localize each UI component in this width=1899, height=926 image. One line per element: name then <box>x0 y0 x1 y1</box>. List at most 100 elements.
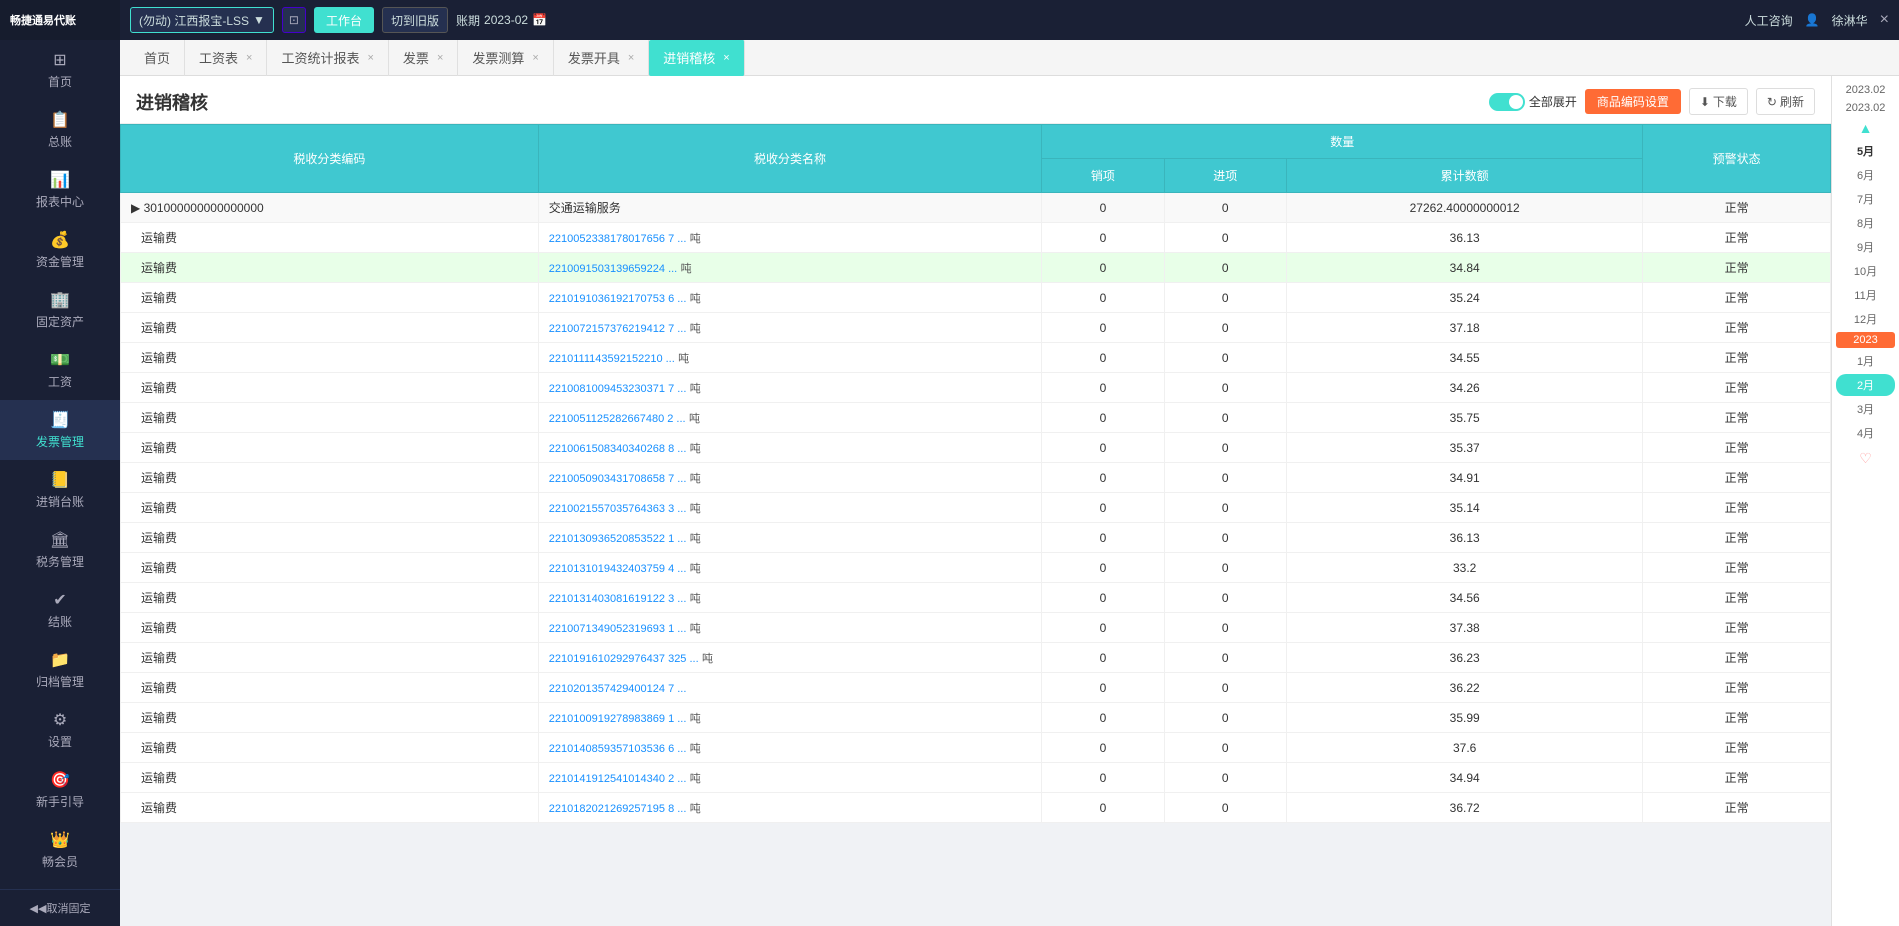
data-table-wrapper: 税收分类编码 税收分类名称 数量 预警状态 销项 进项 累计数额 ▶ 3 <box>120 124 1831 926</box>
table-row[interactable]: 运输费 2210201357429400124 7 ... 0 0 36.22 … <box>121 673 1831 703</box>
sidebar-item-tax[interactable]: 🏛 税务管理 <box>0 520 120 580</box>
table-row[interactable]: 运输费 2210051125282667480 2 ... 吨 0 0 35.7… <box>121 403 1831 433</box>
month-9[interactable]: 9月 <box>1836 236 1895 258</box>
table-row[interactable]: 运输费 2210191610292976437 325 ... 吨 0 0 36… <box>121 643 1831 673</box>
tab-invoice-issue[interactable]: 发票开具 × <box>554 40 649 76</box>
sidebar-item-finance[interactable]: 💰 资金管理 <box>0 220 120 280</box>
cell-invoice: 2210021557035764363 3 ... 吨 <box>538 493 1041 523</box>
sidebar-item-guide[interactable]: 🎯 新手引导 <box>0 760 120 820</box>
table-row[interactable]: 运输费 2210050903431708658 7 ... 吨 0 0 34.9… <box>121 463 1831 493</box>
tab-invoice-issue-close[interactable]: × <box>628 52 634 64</box>
cell-sales: 0 <box>1042 613 1164 643</box>
sidebar-item-settings[interactable]: ⚙ 设置 <box>0 700 120 760</box>
table-row[interactable]: ▶ 301000000000000000 交通运输服务 0 0 27262.40… <box>121 193 1831 223</box>
close-button[interactable]: × <box>1880 11 1889 29</box>
company-selector[interactable]: (勿动) 江西报宝-LSS ▼ <box>130 7 274 33</box>
month-7[interactable]: 7月 <box>1836 188 1895 210</box>
table-row[interactable]: 运输费 2210091503139659224 ... 吨 0 0 34.84 … <box>121 253 1831 283</box>
tab-home[interactable]: 首页 <box>130 40 185 76</box>
download-button[interactable]: ⬇ 下载 <box>1689 88 1748 115</box>
sidebar-item-purchase-sales[interactable]: 📒 进销台账 <box>0 460 120 520</box>
month-3[interactable]: 3月 <box>1836 398 1895 420</box>
table-row[interactable]: 运输费 2210081009453230371 7 ... 吨 0 0 34.2… <box>121 373 1831 403</box>
workbench-button[interactable]: 工作台 <box>314 7 374 33</box>
cell-invoice: 2210050903431708658 7 ... 吨 <box>538 463 1041 493</box>
cell-name: 运输费 <box>121 373 539 403</box>
table-row[interactable]: 运输费 2210141912541014340 2 ... 吨 0 0 34.9… <box>121 763 1831 793</box>
table-row[interactable]: 运输费 2210061508340340268 8 ... 吨 0 0 35.3… <box>121 433 1831 463</box>
tab-purchase-sales-check[interactable]: 进销稽核 × <box>649 40 744 76</box>
table-row[interactable]: 运输费 2210111143592152210 ... 吨 0 0 34.55 … <box>121 343 1831 373</box>
setting-button[interactable]: 商品编码设置 <box>1585 89 1681 114</box>
sidebar-item-invoice[interactable]: 🧾 发票管理 <box>0 400 120 460</box>
month-12[interactable]: 12月 <box>1836 308 1895 330</box>
tab-salary-stats-close[interactable]: × <box>367 52 373 64</box>
sidebar-item-ledger[interactable]: 📋 总账 <box>0 100 120 160</box>
nav-up-arrow[interactable]: ▲ <box>1836 118 1895 138</box>
cell-sales: 0 <box>1042 373 1164 403</box>
month-1[interactable]: 1月 <box>1836 350 1895 372</box>
month-4[interactable]: 4月 <box>1836 422 1895 444</box>
tab-invoice-calc[interactable]: 发票测算 × <box>458 40 553 76</box>
sidebar-item-settlement[interactable]: ✔ 结账 <box>0 580 120 640</box>
cell-sales: 0 <box>1042 463 1164 493</box>
cell-status: 正常 <box>1643 793 1831 823</box>
cell-name: 运输费 <box>121 403 539 433</box>
tab-salary-table[interactable]: 工资表 × <box>185 40 267 76</box>
cell-status: 正常 <box>1643 733 1831 763</box>
sidebar-item-membership[interactable]: 👑 畅会员 <box>0 820 120 880</box>
tab-invoice-calc-close[interactable]: × <box>532 52 538 64</box>
refresh-button[interactable]: ↻ 刷新 <box>1756 88 1815 115</box>
sidebar-item-salary[interactable]: 💵 工资 <box>0 340 120 400</box>
tab-purchase-sales-check-close[interactable]: × <box>723 52 729 64</box>
cell-name: 运输费 <box>121 613 539 643</box>
sidebar-item-home[interactable]: ⊞ 首页 <box>0 40 120 100</box>
heart-icon: ♡ <box>1836 446 1895 471</box>
support-button[interactable]: 人工咨询 <box>1745 12 1793 29</box>
sidebar-item-assets[interactable]: 🏢 固定资产 <box>0 280 120 340</box>
switch-button[interactable]: 切到旧版 <box>382 7 448 33</box>
toggle-switch[interactable] <box>1489 93 1525 111</box>
month-2-active[interactable]: 2月 <box>1836 374 1895 396</box>
topbar: (勿动) 江西报宝-LSS ▼ ⊡ 工作台 切到旧版 账期 2023-02 📅 … <box>120 0 1899 40</box>
table-row[interactable]: 运输费 2210131403081619122 3 ... 吨 0 0 34.5… <box>121 583 1831 613</box>
tab-salary-stats[interactable]: 工资统计报表 × <box>267 40 388 76</box>
sidebar-item-archive[interactable]: 📁 归档管理 <box>0 640 120 700</box>
table-row[interactable]: 运输费 2210140859357103536 6 ... 吨 0 0 37.6… <box>121 733 1831 763</box>
table-row[interactable]: 运输费 2210021557035764363 3 ... 吨 0 0 35.1… <box>121 493 1831 523</box>
sidebar-item-label: 归档管理 <box>36 673 84 690</box>
tab-invoice-close[interactable]: × <box>437 52 443 64</box>
table-row[interactable]: 运输费 2210071349052319693 1 ... 吨 0 0 37.3… <box>121 613 1831 643</box>
table-row[interactable]: 运输费 2210191036192170753 6 ... 吨 0 0 35.2… <box>121 283 1831 313</box>
unpin-button[interactable]: ◀◀ 取消固定 <box>0 889 120 926</box>
toggle-expand[interactable]: 全部展开 <box>1489 93 1577 111</box>
cell-invoice: 2210072157376219412 7 ... 吨 <box>538 313 1041 343</box>
cell-invoice: 2210131019432403759 4 ... 吨 <box>538 553 1041 583</box>
table-row[interactable]: 运输费 2210052338178017656 7 ... 吨 0 0 36.1… <box>121 223 1831 253</box>
table-row[interactable]: 运输费 2210130936520853522 1 ... 吨 0 0 36.1… <box>121 523 1831 553</box>
cell-purchase: 0 <box>1164 523 1286 553</box>
table-row[interactable]: 运输费 2210182021269257195 8 ... 吨 0 0 36.7… <box>121 793 1831 823</box>
sidebar-item-reports[interactable]: 📊 报表中心 <box>0 160 120 220</box>
month-11[interactable]: 11月 <box>1836 284 1895 306</box>
tab-invoice[interactable]: 发票 × <box>389 40 458 76</box>
table-row[interactable]: 运输费 2210072157376219412 7 ... 吨 0 0 37.1… <box>121 313 1831 343</box>
table-row[interactable]: 运输费 2210100919278983869 1 ... 吨 0 0 35.9… <box>121 703 1831 733</box>
cell-name: 运输费 <box>121 553 539 583</box>
cell-sales: 0 <box>1042 523 1164 553</box>
tab-salary-table-close[interactable]: × <box>246 52 252 64</box>
copy-button[interactable]: ⊡ <box>282 7 306 33</box>
cell-purchase: 0 <box>1164 403 1286 433</box>
cell-sales: 0 <box>1042 583 1164 613</box>
chevron-down-icon: ▼ <box>253 13 265 27</box>
topbar-right: 人工咨询 👤 徐淋华 × <box>1745 11 1889 29</box>
cell-sales: 0 <box>1042 763 1164 793</box>
cell-tax-code: ▶ 301000000000000000 <box>121 193 539 223</box>
month-6[interactable]: 6月 <box>1836 164 1895 186</box>
cell-invoice: 2210081009453230371 7 ... 吨 <box>538 373 1041 403</box>
month-8[interactable]: 8月 <box>1836 212 1895 234</box>
month-10[interactable]: 10月 <box>1836 260 1895 282</box>
company-name: (勿动) 江西报宝-LSS <box>139 12 249 29</box>
table-row[interactable]: 运输费 2210131019432403759 4 ... 吨 0 0 33.2… <box>121 553 1831 583</box>
cell-purchase: 0 <box>1164 553 1286 583</box>
